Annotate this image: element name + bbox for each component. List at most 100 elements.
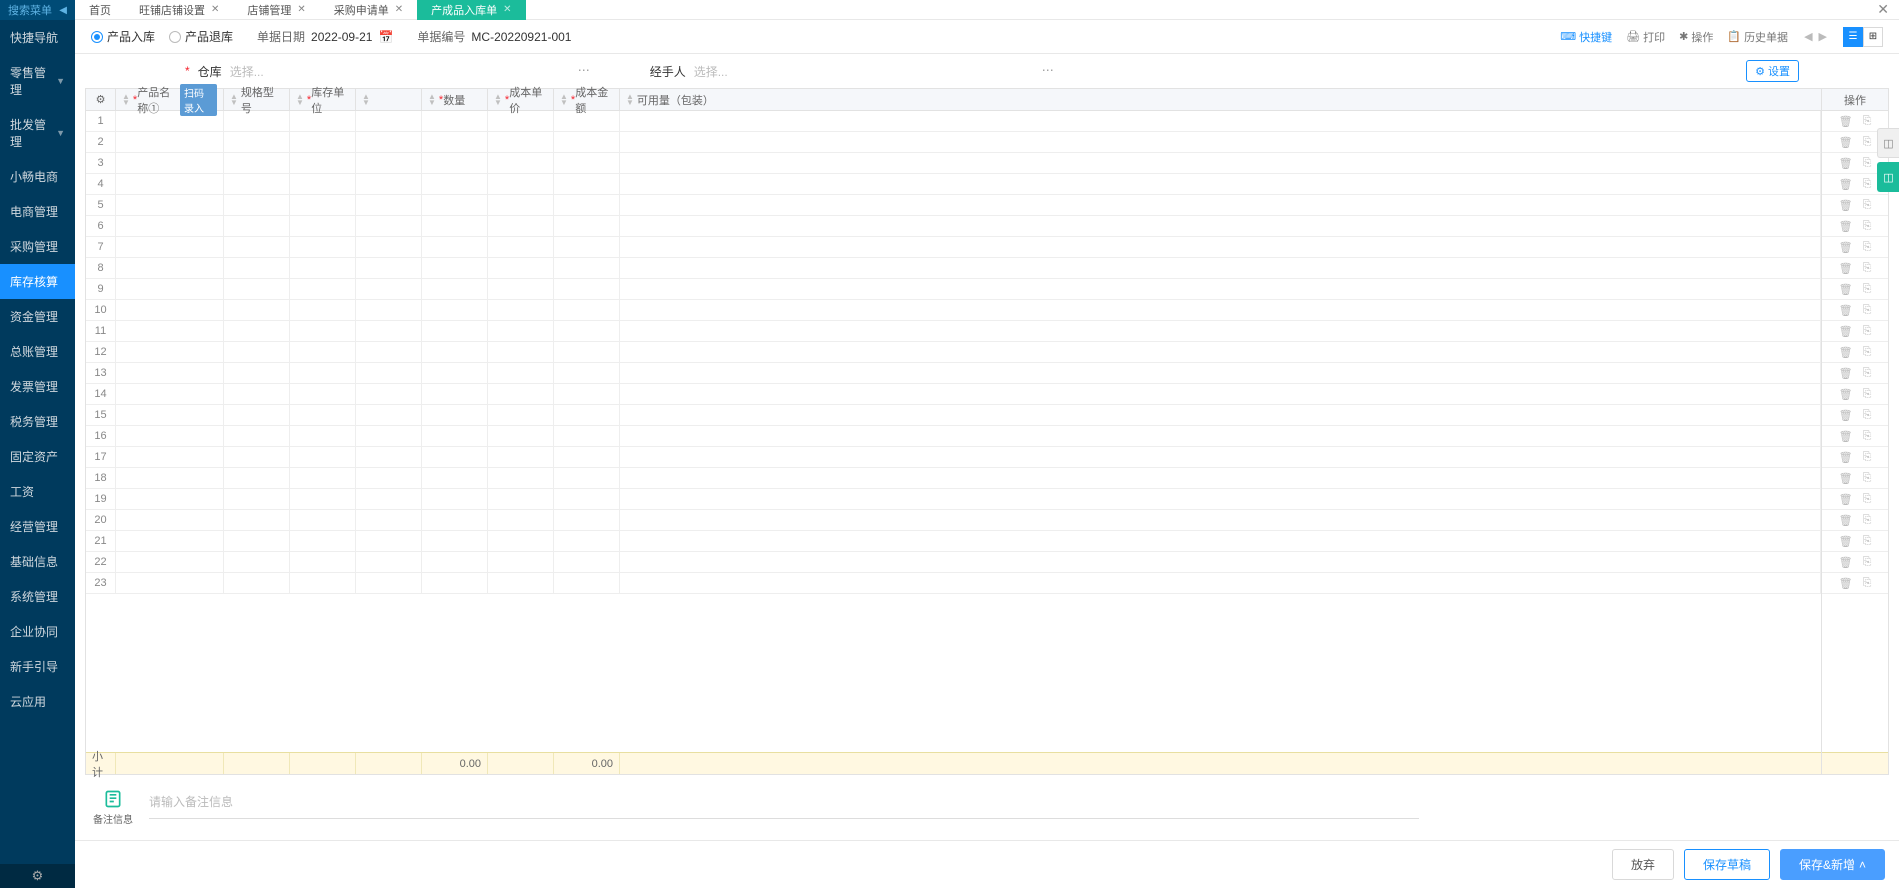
copy-icon[interactable]: ⎘ [1863,556,1872,569]
delete-icon[interactable]: 🗑 [1839,325,1853,338]
copy-icon[interactable]: ⎘ [1863,178,1872,191]
tab-3[interactable]: 采购申请单✕ [320,0,417,20]
copy-icon[interactable]: ⎘ [1863,451,1872,464]
delete-icon[interactable]: 🗑 [1839,472,1853,485]
table-row[interactable]: 8 [86,258,1821,279]
copy-icon[interactable]: ⎘ [1863,430,1872,443]
copy-icon[interactable]: ⎘ [1863,115,1872,128]
tab-1[interactable]: 旺铺店铺设置✕ [125,0,233,20]
tab-4[interactable]: 产成品入库单✕ [417,0,525,20]
col-amount[interactable]: ▲▼*成本金额 [554,89,620,110]
delete-icon[interactable]: 🗑 [1839,199,1853,212]
delete-icon[interactable]: 🗑 [1839,514,1853,527]
table-row[interactable]: 3 [86,153,1821,174]
shortcut-link[interactable]: ⌨ 快捷键 [1560,29,1612,45]
view-grid-button[interactable]: ⊞ [1863,27,1883,47]
delete-icon[interactable]: 🗑 [1839,178,1853,191]
col-avail[interactable]: ▲▼可用量（包装） [620,89,1821,110]
search-menu[interactable]: 搜索菜单 ◀ [0,0,75,20]
table-row[interactable]: 9 [86,279,1821,300]
nav-item-5[interactable]: 采购管理 [0,229,75,264]
save-new-button[interactable]: 保存&新增˄ [1780,849,1885,880]
table-row[interactable]: 4 [86,174,1821,195]
tab-0[interactable]: 首页 [75,0,125,20]
collapse-icon[interactable]: ◀ [59,5,67,16]
abandon-button[interactable]: 放弃 [1612,849,1674,880]
print-button[interactable]: 🖨 打印 [1626,29,1665,45]
more-icon[interactable]: ⋯ [1042,63,1054,80]
delete-icon[interactable]: 🗑 [1839,493,1853,506]
view-list-button[interactable]: ☰ [1843,27,1863,47]
delete-icon[interactable]: 🗑 [1839,241,1853,254]
copy-icon[interactable]: ⎘ [1863,493,1872,506]
nav-item-17[interactable]: 新手引导 [0,649,75,684]
nav-item-16[interactable]: 企业协同 [0,614,75,649]
nav-item-6[interactable]: 库存核算 [0,264,75,299]
copy-icon[interactable]: ⎘ [1863,220,1872,233]
close-all-icon[interactable]: ✕ [1867,1,1899,18]
delete-icon[interactable]: 🗑 [1839,556,1853,569]
table-row[interactable]: 21 [86,531,1821,552]
nav-item-2[interactable]: 批发管理▼ [0,107,75,159]
table-row[interactable]: 16 [86,426,1821,447]
table-row[interactable]: 17 [86,447,1821,468]
delete-icon[interactable]: 🗑 [1839,115,1853,128]
side-tab-2[interactable]: ◫ [1877,162,1899,192]
save-draft-button[interactable]: 保存草稿 [1684,849,1770,880]
table-row[interactable]: 5 [86,195,1821,216]
copy-icon[interactable]: ⎘ [1863,304,1872,317]
warehouse-filter[interactable]: *仓库 选择...⋯ [185,63,590,80]
table-row[interactable]: 23 [86,573,1821,594]
delete-icon[interactable]: 🗑 [1839,409,1853,422]
calendar-icon[interactable]: 📅 [378,30,393,44]
close-icon[interactable]: ✕ [395,4,403,15]
copy-icon[interactable]: ⎘ [1863,409,1872,422]
delete-icon[interactable]: 🗑 [1839,346,1853,359]
nav-item-7[interactable]: 资金管理 [0,299,75,334]
more-icon[interactable]: ⋯ [578,63,590,80]
close-icon[interactable]: ✕ [211,4,219,15]
delete-icon[interactable]: 🗑 [1839,157,1853,170]
nav-item-12[interactable]: 工资 [0,474,75,509]
table-row[interactable]: 7 [86,237,1821,258]
table-row[interactable]: 22 [86,552,1821,573]
delete-icon[interactable]: 🗑 [1839,451,1853,464]
table-row[interactable]: 2 [86,132,1821,153]
delete-icon[interactable]: 🗑 [1839,367,1853,380]
nav-item-11[interactable]: 固定资产 [0,439,75,474]
nav-item-3[interactable]: 小畅电商 [0,159,75,194]
radio-product-in[interactable]: 产品入库 [91,28,155,45]
table-row[interactable]: 11 [86,321,1821,342]
copy-icon[interactable]: ⎘ [1863,367,1872,380]
remark-input[interactable]: 请输入备注信息 [149,789,1419,819]
nav-item-18[interactable]: 云应用 [0,684,75,719]
copy-icon[interactable]: ⎘ [1863,199,1872,212]
gear-icon[interactable]: ⚙ [32,868,44,884]
copy-icon[interactable]: ⎘ [1863,325,1872,338]
table-row[interactable]: 20 [86,510,1821,531]
copy-icon[interactable]: ⎘ [1863,388,1872,401]
nav-item-14[interactable]: 基础信息 [0,544,75,579]
delete-icon[interactable]: 🗑 [1839,283,1853,296]
delete-icon[interactable]: 🗑 [1839,220,1853,233]
nav-item-8[interactable]: 总账管理 [0,334,75,369]
table-row[interactable]: 10 [86,300,1821,321]
close-icon[interactable]: ✕ [297,4,305,15]
copy-icon[interactable]: ⎘ [1863,241,1872,254]
col-qty[interactable]: ▲▼*数量 [422,89,488,110]
copy-icon[interactable]: ⎘ [1863,262,1872,275]
date-field[interactable]: 单据日期 2022-09-21 📅 [257,28,393,45]
col-spec[interactable]: ▲▼规格型号 [224,89,290,110]
nav-item-1[interactable]: 零售管理▼ [0,55,75,107]
next-icon[interactable]: ▶ [1817,30,1829,43]
copy-icon[interactable]: ⎘ [1863,283,1872,296]
nav-item-9[interactable]: 发票管理 [0,369,75,404]
copy-icon[interactable]: ⎘ [1863,346,1872,359]
col-name[interactable]: ▲▼*产品名称①扫码录入 [116,89,224,110]
handler-filter[interactable]: 经手人 选择...⋯ [650,63,1054,80]
nav-item-0[interactable]: 快捷导航 [0,20,75,55]
operation-button[interactable]: ✱ 操作 [1679,29,1713,45]
table-row[interactable]: 14 [86,384,1821,405]
scan-badge[interactable]: 扫码录入 [180,84,217,116]
delete-icon[interactable]: 🗑 [1839,430,1853,443]
